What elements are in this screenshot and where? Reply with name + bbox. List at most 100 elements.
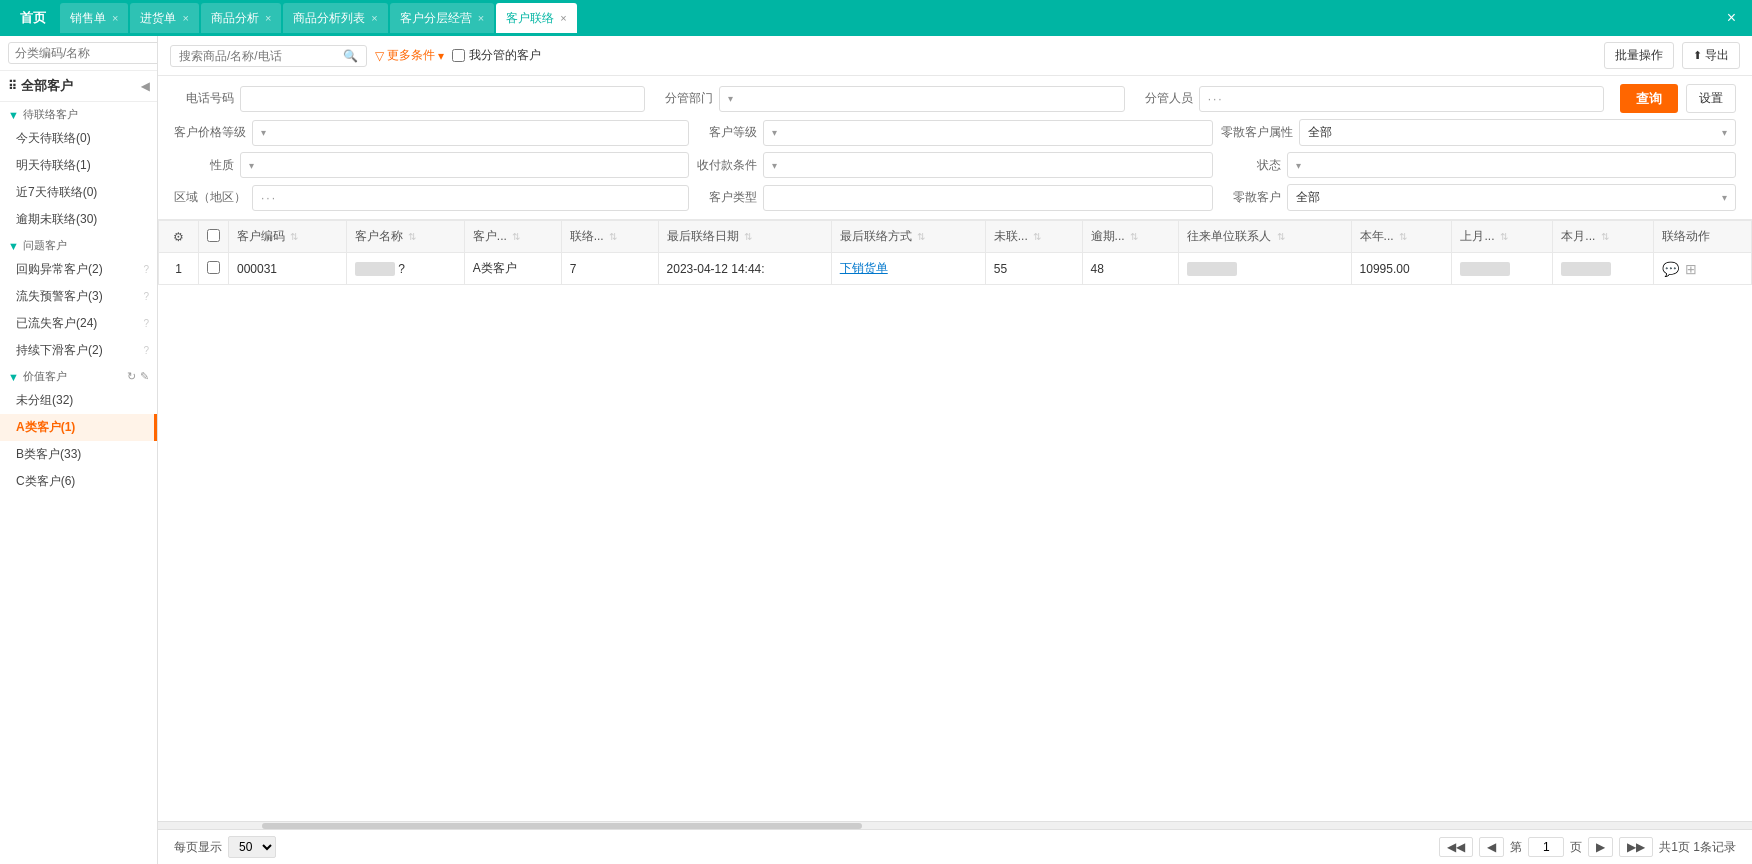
sidebar-item-overdue[interactable]: 逾期未联络(30) <box>0 206 157 233</box>
sidebar-item-lost-label: 已流失客户(24) <box>16 315 97 332</box>
problem-group-label: 问题客户 <box>23 238 67 253</box>
filter-price-level-input[interactable]: ▾ <box>252 120 689 146</box>
select-all-checkbox[interactable] <box>207 229 220 242</box>
filter-status-input[interactable]: ▾ <box>1287 152 1736 178</box>
sort-icon: ⇅ <box>1033 231 1041 242</box>
filter-region-input[interactable]: ··· <box>252 185 689 211</box>
th-unit-contact[interactable]: 往来单位联系人 ⇅ <box>1179 221 1351 253</box>
td-last-contact-method[interactable]: 下销货单 <box>831 253 985 285</box>
nav-tab-customer-contact-label: 客户联络 <box>506 10 554 27</box>
main-layout: 🔍 ⠿ 全部客户 ◀ ▼ 待联络客户 今天待联络(0) 明天待联络(1) 近7天… <box>0 36 1752 864</box>
last-contact-method-link[interactable]: 下销货单 <box>840 261 888 275</box>
sidebar-item-b-class-label: B类客户(33) <box>16 446 81 463</box>
close-icon[interactable]: × <box>265 12 271 24</box>
th-action-label: 联络动作 <box>1662 229 1710 243</box>
refresh-icon[interactable]: ↻ <box>127 370 136 383</box>
sort-icon: ⇅ <box>512 231 520 242</box>
sidebar-item-overdue-label: 逾期未联络(30) <box>16 211 97 228</box>
th-this-month[interactable]: 本月... ⇅ <box>1553 221 1654 253</box>
my-customers-checkbox[interactable] <box>452 49 465 62</box>
this-month-blurred <box>1561 262 1611 276</box>
th-category[interactable]: 客户... ⇅ <box>464 221 561 253</box>
filter-nature-label: 性质 <box>174 157 234 174</box>
settings-icon[interactable]: ⚙ <box>173 230 184 244</box>
sidebar-item-c-class[interactable]: C类客户(6) <box>0 468 157 495</box>
filter-search-input[interactable] <box>179 49 339 63</box>
nav-tab-analysis-list[interactable]: 商品分析列表 × <box>283 3 387 33</box>
sidebar-item-loss-warning[interactable]: 流失预警客户(3) ? <box>0 283 157 310</box>
th-overdue[interactable]: 逾期... ⇅ <box>1082 221 1179 253</box>
last-page-button[interactable]: ▶▶ <box>1619 837 1653 857</box>
filter-customer-level-input[interactable]: ▾ <box>763 120 1212 146</box>
sidebar-search-input[interactable] <box>8 42 158 64</box>
settings-button[interactable]: 设置 <box>1686 84 1736 113</box>
close-icon[interactable]: × <box>182 12 188 24</box>
data-table-wrap: ⚙ 客户编码 ⇅ 客户名称 ⇅ <box>158 220 1752 821</box>
query-button[interactable]: 查询 <box>1620 84 1678 113</box>
horizontal-scrollbar[interactable] <box>158 821 1752 829</box>
sidebar-item-repurchase[interactable]: 回购异常客户(2) ? <box>0 256 157 283</box>
th-last-contact-date[interactable]: 最后联络日期 ⇅ <box>658 221 831 253</box>
export-label: 导出 <box>1705 47 1729 64</box>
sidebar-item-lost[interactable]: 已流失客户(24) ? <box>0 310 157 337</box>
filter-person-input[interactable]: ··· <box>1199 86 1604 112</box>
filter-customer-type-input[interactable] <box>763 185 1212 211</box>
filter-zero-retail-attr: 零散客户属性 全部 ▾ <box>1221 119 1736 146</box>
nav-tab-customer-tier[interactable]: 客户分层经营 × <box>390 3 494 33</box>
filter-zero-retail-input[interactable]: 全部 ▾ <box>1287 184 1736 211</box>
th-this-year[interactable]: 本年... ⇅ <box>1351 221 1452 253</box>
close-icon[interactable]: × <box>112 12 118 24</box>
th-code[interactable]: 客户编码 ⇅ <box>229 221 347 253</box>
edit-icon[interactable]: ✎ <box>140 370 149 383</box>
sidebar-item-b-class[interactable]: B类客户(33) <box>0 441 157 468</box>
first-page-button[interactable]: ◀◀ <box>1439 837 1473 857</box>
arrow-icon: ▾ <box>1722 192 1727 203</box>
th-last-contact-method[interactable]: 最后联络方式 ⇅ <box>831 221 985 253</box>
prev-page-button[interactable]: ◀ <box>1479 837 1504 857</box>
sidebar-item-unclassified[interactable]: 未分组(32) <box>0 387 157 414</box>
sidebar-all-customers[interactable]: ⠿ 全部客户 ◀ <box>0 71 157 102</box>
close-icon[interactable]: × <box>478 12 484 24</box>
filter-zero-retail-attr-input[interactable]: 全部 ▾ <box>1299 119 1736 146</box>
nav-tab-purchase[interactable]: 进货单 × <box>130 3 198 33</box>
message-icon[interactable]: 💬 <box>1662 261 1679 277</box>
more-conditions-button[interactable]: ▽ 更多条件 ▾ <box>375 47 444 64</box>
th-no-contact[interactable]: 未联... ⇅ <box>985 221 1082 253</box>
close-icon[interactable]: × <box>560 12 566 24</box>
scrollbar-thumb[interactable] <box>262 823 862 829</box>
th-name[interactable]: 客户名称 ⇅ <box>346 221 464 253</box>
filter-phone-input[interactable] <box>240 86 645 112</box>
close-icon[interactable]: × <box>371 12 377 24</box>
filter-dept-input[interactable]: ▾ <box>719 86 1124 112</box>
sidebar-item-7days[interactable]: 近7天待联络(0) <box>0 179 157 206</box>
th-last-month[interactable]: 上月... ⇅ <box>1452 221 1553 253</box>
filter-payment-input[interactable]: ▾ <box>763 152 1212 178</box>
search-icon[interactable]: 🔍 <box>343 49 358 63</box>
grid-icon[interactable]: ⊞ <box>1685 261 1697 277</box>
arrow-icon: ▾ <box>728 93 733 104</box>
nav-home[interactable]: 首页 <box>8 0 58 36</box>
batch-op-button[interactable]: 批量操作 <box>1604 42 1674 69</box>
filter-nature-input[interactable]: ▾ <box>240 152 689 178</box>
th-contact[interactable]: 联络... ⇅ <box>561 221 658 253</box>
nav-tab-sales[interactable]: 销售单 × <box>60 3 128 33</box>
sidebar-item-7days-label: 近7天待联络(0) <box>16 184 97 201</box>
export-button[interactable]: ⬆ 导出 <box>1682 42 1740 69</box>
sidebar-item-declining[interactable]: 持续下滑客户(2) ? <box>0 337 157 364</box>
filter-payment: 收付款条件 ▾ <box>697 152 1212 178</box>
nav-tab-customer-contact[interactable]: 客户联络 × <box>496 3 576 33</box>
question-icon: ? <box>143 318 149 329</box>
filter-customer-level: 客户等级 ▾ <box>697 120 1212 146</box>
sidebar-item-a-class[interactable]: A类客户(1) <box>0 414 157 441</box>
nav-tab-analysis[interactable]: 商品分析 × <box>201 3 281 33</box>
filter-phone-label: 电话号码 <box>174 90 234 107</box>
row-checkbox[interactable] <box>207 261 220 274</box>
sidebar-item-tomorrow[interactable]: 明天待联络(1) <box>0 152 157 179</box>
window-close-button[interactable]: × <box>1719 5 1744 31</box>
per-page-select[interactable]: 50 <box>228 836 276 858</box>
sidebar-item-today[interactable]: 今天待联络(0) <box>0 125 157 152</box>
next-page-button[interactable]: ▶ <box>1588 837 1613 857</box>
my-customers-filter[interactable]: 我分管的客户 <box>452 47 541 64</box>
page-input[interactable]: 1 <box>1528 837 1564 857</box>
td-code: 000031 <box>229 253 347 285</box>
